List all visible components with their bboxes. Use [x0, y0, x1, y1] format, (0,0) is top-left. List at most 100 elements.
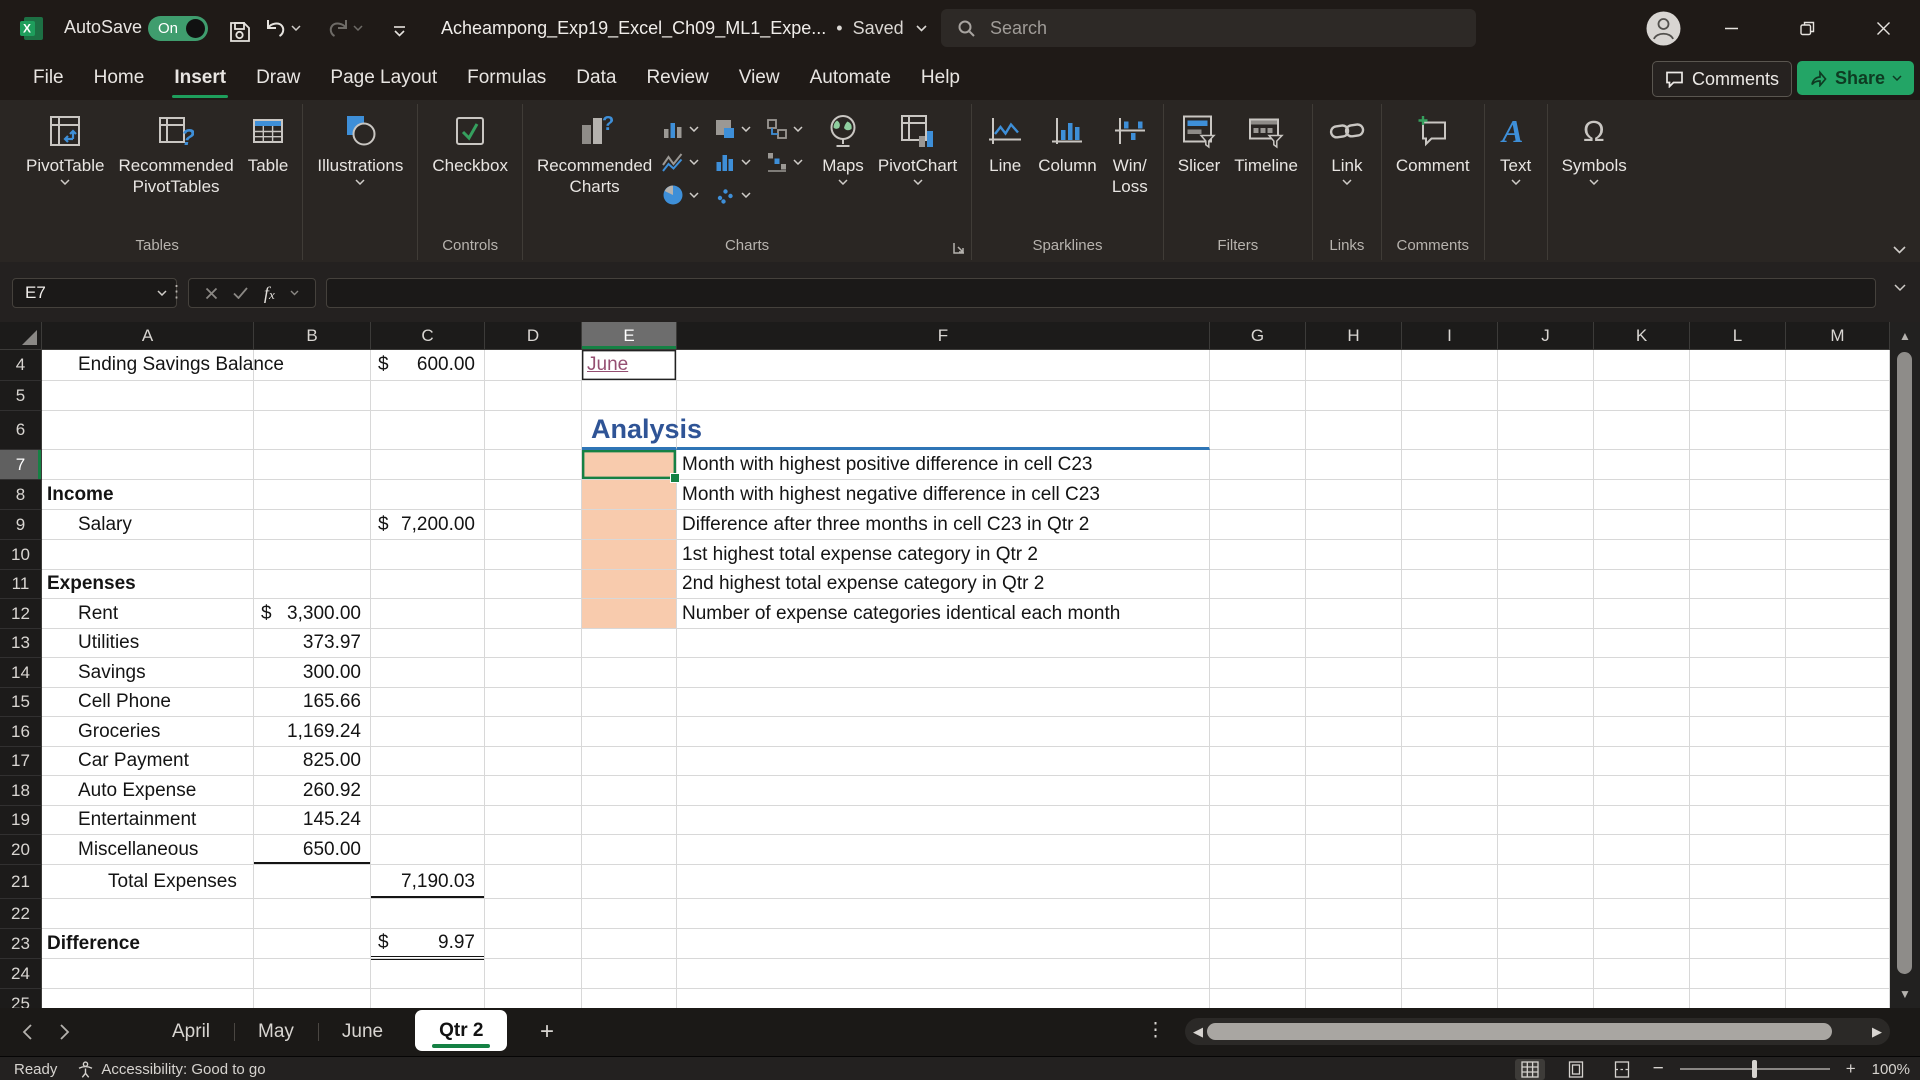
tab-draw[interactable]: Draw [241, 57, 315, 99]
row-header-15[interactable]: 15 [0, 688, 42, 717]
cell-A15[interactable]: Cell Phone [42, 688, 254, 717]
cell-K23[interactable] [1594, 929, 1690, 959]
cell-F6[interactable] [677, 411, 1210, 450]
cell-A24[interactable] [42, 959, 254, 989]
cell-H4[interactable] [1306, 350, 1402, 381]
cell-B21[interactable] [254, 865, 371, 899]
cell-M16[interactable] [1786, 717, 1890, 747]
cell-E18[interactable] [582, 776, 677, 806]
tab-data[interactable]: Data [561, 57, 631, 99]
cell-C10[interactable] [371, 540, 485, 570]
cell-D23[interactable] [485, 929, 582, 959]
cell-B17[interactable]: 825.00 [254, 747, 371, 776]
cell-I24[interactable] [1402, 959, 1498, 989]
share-button[interactable]: Share [1797, 61, 1914, 95]
cell-H8[interactable] [1306, 480, 1402, 510]
cell-E13[interactable] [582, 629, 677, 658]
cell-K19[interactable] [1594, 806, 1690, 835]
cell-K18[interactable] [1594, 776, 1690, 806]
cell-C8[interactable] [371, 480, 485, 510]
cell-G23[interactable] [1210, 929, 1306, 959]
cell-E9[interactable] [582, 510, 677, 540]
cell-J19[interactable] [1498, 806, 1594, 835]
cell-K9[interactable] [1594, 510, 1690, 540]
column-header-H[interactable]: H [1306, 322, 1402, 350]
cell-C7[interactable] [371, 450, 485, 480]
cell-C12[interactable] [371, 599, 485, 629]
cell-M23[interactable] [1786, 929, 1890, 959]
symbols-button[interactable]: ΩSymbols [1555, 104, 1634, 228]
column-header-J[interactable]: J [1498, 322, 1594, 350]
cell-J8[interactable] [1498, 480, 1594, 510]
cell-H16[interactable] [1306, 717, 1402, 747]
cell-A11[interactable]: Expenses [42, 570, 254, 599]
row-header-6[interactable]: 6 [0, 411, 42, 450]
minimize-button[interactable] [1708, 0, 1754, 57]
sheet-tab-june[interactable]: June [318, 1010, 407, 1054]
cell-H17[interactable] [1306, 747, 1402, 776]
cell-J10[interactable] [1498, 540, 1594, 570]
cell-C18[interactable] [371, 776, 485, 806]
cell-F20[interactable] [677, 835, 1210, 865]
cell-G10[interactable] [1210, 540, 1306, 570]
tab-help[interactable]: Help [906, 57, 975, 99]
cell-G12[interactable] [1210, 599, 1306, 629]
cell-H24[interactable] [1306, 959, 1402, 989]
cell-G16[interactable] [1210, 717, 1306, 747]
zoom-slider[interactable] [1680, 1068, 1830, 1070]
cell-H5[interactable] [1306, 381, 1402, 411]
cell-H10[interactable] [1306, 540, 1402, 570]
cell-K12[interactable] [1594, 599, 1690, 629]
cell-L15[interactable] [1690, 688, 1786, 717]
cell-L8[interactable] [1690, 480, 1786, 510]
cell-E25[interactable] [582, 989, 677, 1008]
cell-C9[interactable]: $7,200.00 [371, 510, 485, 540]
horizontal-scroll-thumb[interactable] [1207, 1023, 1832, 1040]
cell-I22[interactable] [1402, 899, 1498, 929]
recommended-charts-button[interactable]: ?Recommended Charts [530, 104, 659, 228]
cell-F24[interactable] [677, 959, 1210, 989]
cell-L20[interactable] [1690, 835, 1786, 865]
cell-M5[interactable] [1786, 381, 1890, 411]
cell-I4[interactable] [1402, 350, 1498, 381]
cell-B25[interactable] [254, 989, 371, 1008]
cell-E22[interactable] [582, 899, 677, 929]
row-header-13[interactable]: 13 [0, 629, 42, 658]
row-header-7[interactable]: 7 [0, 450, 42, 480]
cell-M13[interactable] [1786, 629, 1890, 658]
cell-A6[interactable] [42, 411, 254, 450]
cell-D8[interactable] [485, 480, 582, 510]
cell-I7[interactable] [1402, 450, 1498, 480]
expand-formula-bar-icon[interactable] [1894, 284, 1906, 292]
recommended-pivottables-button[interactable]: ?Recommended PivotTables [111, 104, 240, 228]
cell-B19[interactable]: 145.24 [254, 806, 371, 835]
cell-K7[interactable] [1594, 450, 1690, 480]
cell-I17[interactable] [1402, 747, 1498, 776]
cell-M25[interactable] [1786, 989, 1890, 1008]
cell-L25[interactable] [1690, 989, 1786, 1008]
row-header-11[interactable]: 11 [0, 570, 42, 599]
cell-L6[interactable] [1690, 411, 1786, 450]
cell-H14[interactable] [1306, 658, 1402, 688]
cell-A5[interactable] [42, 381, 254, 411]
timeline-button[interactable]: Timeline [1227, 104, 1305, 228]
cell-J22[interactable] [1498, 899, 1594, 929]
cell-H23[interactable] [1306, 929, 1402, 959]
cell-E21[interactable] [582, 865, 677, 899]
cell-C23[interactable]: $9.97 [371, 929, 485, 959]
cell-E7[interactable] [582, 450, 677, 480]
tab-review[interactable]: Review [631, 57, 723, 99]
cell-L23[interactable] [1690, 929, 1786, 959]
zoom-slider-thumb[interactable] [1752, 1060, 1757, 1078]
cell-B16[interactable]: 1,169.24 [254, 717, 371, 747]
cell-K6[interactable] [1594, 411, 1690, 450]
cell-I15[interactable] [1402, 688, 1498, 717]
cell-K24[interactable] [1594, 959, 1690, 989]
name-box[interactable]: E7 [12, 278, 177, 308]
cell-H25[interactable] [1306, 989, 1402, 1008]
cell-A14[interactable]: Savings [42, 658, 254, 688]
tab-automate[interactable]: Automate [795, 57, 906, 99]
cell-A8[interactable]: Income [42, 480, 254, 510]
cell-J12[interactable] [1498, 599, 1594, 629]
cell-E17[interactable] [582, 747, 677, 776]
